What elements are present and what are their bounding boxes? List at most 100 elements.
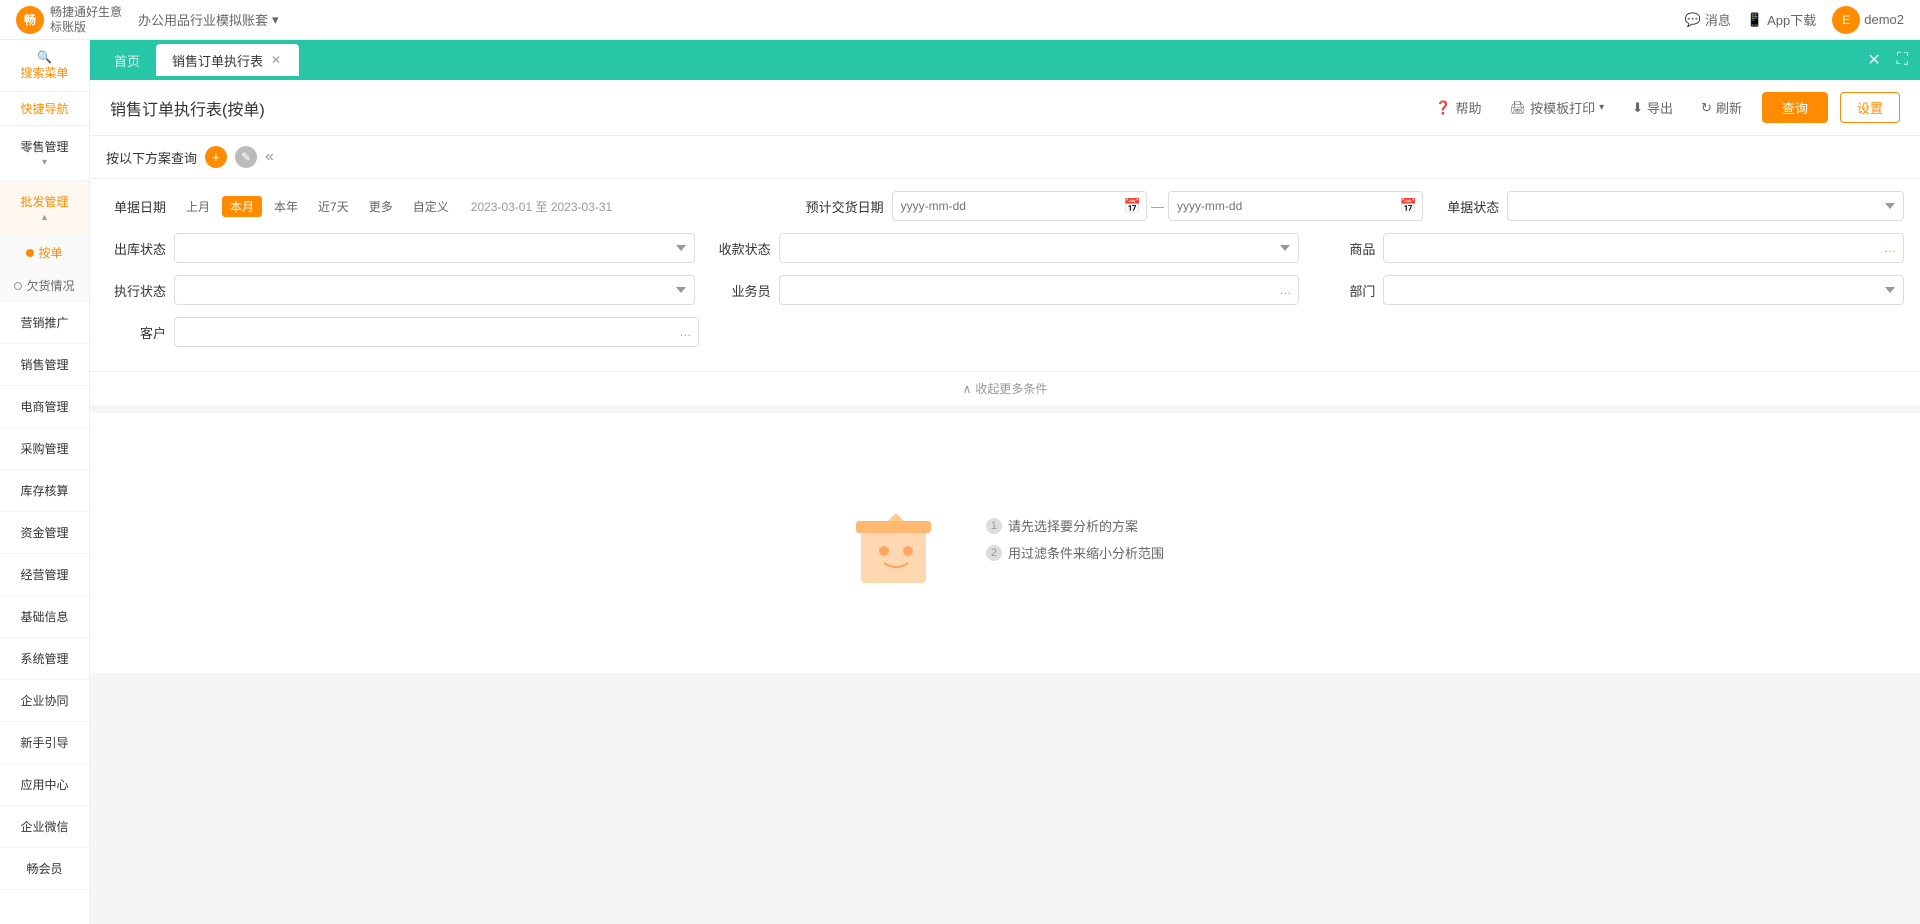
sidebar-item-purchase[interactable]: 采购管理 bbox=[0, 428, 89, 470]
template-print-btn[interactable]: 🖨 按模板打印 ▾ bbox=[1502, 94, 1613, 121]
receipt-status-wrap bbox=[779, 233, 1300, 263]
sidebar-item-sales[interactable]: 销售管理 bbox=[0, 344, 89, 386]
sidebar-quick-nav[interactable]: 快捷导航 bbox=[0, 92, 89, 126]
sidebar-item-enterprise-wechat[interactable]: 企业微信 bbox=[0, 806, 89, 848]
sidebar-item-member[interactable]: 畅会员 bbox=[0, 848, 89, 890]
goods-label: 商品 bbox=[1315, 239, 1375, 258]
filter-add-btn[interactable]: + bbox=[205, 146, 227, 168]
sidebar-item-ecommerce[interactable]: 电商管理 bbox=[0, 386, 89, 428]
expand-icon[interactable]: ⛶ bbox=[1893, 47, 1912, 73]
sidebar-item-wholesale[interactable]: 批发管理 ▴ bbox=[0, 181, 89, 236]
filter-field-customer: 客户 … bbox=[106, 317, 699, 347]
filter-collapse-btn[interactable]: « bbox=[265, 148, 274, 166]
export-btn[interactable]: ⬇ 导出 bbox=[1624, 94, 1681, 121]
message-icon: 💬 bbox=[1685, 12, 1701, 28]
filter-field-date: 单据日期 上月 本月 本年 近7天 更多 自定义 2023-03-01 至 20… bbox=[106, 196, 788, 217]
date-tab-custom[interactable]: 自定义 bbox=[405, 196, 457, 217]
filter-field-doc-status: 单据状态 bbox=[1439, 191, 1904, 221]
date-label: 单据日期 bbox=[106, 197, 166, 216]
message-btn[interactable]: 💬 消息 bbox=[1685, 10, 1731, 29]
empty-hint-1: 1 请先选择要分析的方案 bbox=[986, 516, 1164, 535]
sidebar-sub-item-debt[interactable]: 欠货情况 bbox=[0, 269, 89, 302]
doc-status-select[interactable] bbox=[1507, 191, 1904, 221]
sidebar-item-app-center[interactable]: 应用中心 bbox=[0, 764, 89, 806]
filter-row-1: 单据日期 上月 本月 本年 近7天 更多 自定义 2023-03-01 至 20… bbox=[106, 191, 1904, 221]
sidebar-item-newcomer[interactable]: 新手引导 bbox=[0, 722, 89, 764]
sidebar-sub-item-order[interactable]: 按单 bbox=[0, 236, 89, 269]
receipt-status-select[interactable] bbox=[779, 233, 1300, 263]
filter-row-4: 客户 … bbox=[106, 317, 1904, 347]
app-download-btn[interactable]: 📱 App下载 bbox=[1747, 10, 1816, 29]
salesperson-label: 业务员 bbox=[711, 281, 771, 300]
chevron-icon: ▾ bbox=[42, 157, 47, 168]
sidebar-item-marketing[interactable]: 营销推广 bbox=[0, 302, 89, 344]
breadcrumb[interactable]: 办公用品行业模拟账套 ▾ bbox=[138, 10, 279, 29]
logo-area: 畅 畅捷通好生意 标账版 bbox=[16, 5, 122, 34]
calendar-start-icon[interactable]: 📅 bbox=[1124, 198, 1141, 215]
active-dot bbox=[26, 249, 34, 257]
expected-date-start-input[interactable] bbox=[892, 191, 1147, 221]
goods-input[interactable] bbox=[1383, 233, 1904, 263]
sidebar-item-enterprise-coop[interactable]: 企业协同 bbox=[0, 680, 89, 722]
calendar-end-icon[interactable]: 📅 bbox=[1400, 198, 1417, 215]
customer-wrap: … bbox=[174, 317, 699, 347]
salesperson-input[interactable] bbox=[779, 275, 1300, 305]
sidebar-item-operations[interactable]: 经营管理 bbox=[0, 554, 89, 596]
filter-scheme-label: 按以下方案查询 bbox=[106, 148, 197, 167]
settings-button[interactable]: 设置 bbox=[1840, 92, 1900, 123]
filter-edit-btn[interactable]: ✎ bbox=[235, 146, 257, 168]
tab-sales-order[interactable]: 销售订单执行表 ✕ bbox=[156, 44, 299, 76]
close-window-icon[interactable]: ✕ bbox=[1863, 46, 1884, 74]
doc-status-label: 单据状态 bbox=[1439, 197, 1499, 216]
goods-wrap: … bbox=[1383, 233, 1904, 263]
filter-field-department: 部门 bbox=[1315, 275, 1904, 305]
print-icon: 🖨 bbox=[1510, 100, 1527, 116]
search-icon: 🔍 bbox=[37, 50, 52, 64]
sidebar-item-finance[interactable]: 资金管理 bbox=[0, 512, 89, 554]
top-header: 畅 畅捷通好生意 标账版 办公用品行业模拟账套 ▾ 💬 消息 📱 App下载 E… bbox=[0, 0, 1920, 40]
sidebar-item-inventory[interactable]: 库存核算 bbox=[0, 470, 89, 512]
main-layout: 🔍 搜索菜单 快捷导航 零售管理 ▾ 批发管理 ▴ 按单 欠货情况 营销推 bbox=[0, 40, 1920, 924]
sidebar-item-retail[interactable]: 零售管理 ▾ bbox=[0, 126, 89, 181]
filter-body: 单据日期 上月 本月 本年 近7天 更多 自定义 2023-03-01 至 20… bbox=[90, 179, 1920, 371]
date-tab-current-month[interactable]: 本月 bbox=[222, 196, 262, 217]
filter-panel: 按以下方案查询 + ✎ « 单据日期 上月 本月 bbox=[90, 136, 1920, 405]
tab-close-icon[interactable]: ✕ bbox=[269, 51, 283, 69]
filter-row-3: 执行状态 业务员 … bbox=[106, 275, 1904, 305]
collapse-bar[interactable]: ∧ 收起更多条件 bbox=[90, 371, 1920, 405]
receipt-status-label: 收款状态 bbox=[711, 239, 771, 258]
help-btn[interactable]: ❓ 帮助 bbox=[1427, 94, 1489, 121]
date-tab-more[interactable]: 更多 bbox=[361, 196, 401, 217]
sidebar: 🔍 搜索菜单 快捷导航 零售管理 ▾ 批发管理 ▴ 按单 欠货情况 营销推 bbox=[0, 40, 90, 924]
refresh-btn[interactable]: ↻ 刷新 bbox=[1693, 94, 1750, 121]
date-range-display: 2023-03-01 至 2023-03-31 bbox=[471, 198, 612, 215]
customer-input[interactable] bbox=[174, 317, 699, 347]
sidebar-search[interactable]: 🔍 搜索菜单 bbox=[0, 40, 89, 92]
department-wrap bbox=[1383, 275, 1904, 305]
sidebar-item-system[interactable]: 系统管理 bbox=[0, 638, 89, 680]
help-icon: ❓ bbox=[1435, 100, 1451, 116]
filter-field-salesperson: 业务员 … bbox=[711, 275, 1300, 305]
date-tab-last7days[interactable]: 近7天 bbox=[310, 196, 357, 217]
filter-field-expected-date: 预计交货日期 📅 — 📅 bbox=[804, 191, 1424, 221]
user-menu[interactable]: E demo2 bbox=[1832, 6, 1904, 34]
expected-date-end-input[interactable] bbox=[1168, 191, 1423, 221]
empty-state: 1 请先选择要分析的方案 2 用过滤条件来缩小分析范围 bbox=[90, 413, 1920, 673]
department-label: 部门 bbox=[1315, 281, 1375, 300]
exec-status-select[interactable] bbox=[174, 275, 695, 305]
sidebar-item-basic[interactable]: 基础信息 bbox=[0, 596, 89, 638]
avatar: E bbox=[1832, 6, 1860, 34]
query-button[interactable]: 查询 bbox=[1762, 92, 1828, 123]
date-tab-last-month[interactable]: 上月 bbox=[178, 196, 218, 217]
logo-text: 畅捷通好生意 标账版 bbox=[50, 5, 122, 34]
tab-bar-right: ✕ ⛶ bbox=[1863, 46, 1912, 74]
sidebar-sub-wholesale: 按单 欠货情况 bbox=[0, 236, 89, 302]
out-status-select[interactable] bbox=[174, 233, 695, 263]
date-tab-current-year[interactable]: 本年 bbox=[266, 196, 306, 217]
header-right: 💬 消息 📱 App下载 E demo2 bbox=[1685, 6, 1904, 34]
tab-home[interactable]: 首页 bbox=[98, 44, 156, 76]
filter-field-out-status: 出库状态 bbox=[106, 233, 695, 263]
content-area: 销售订单执行表(按单) ❓ 帮助 🖨 按模板打印 ▾ ⬇ 导出 bbox=[90, 80, 1920, 924]
collapse-up-icon: ∧ bbox=[963, 382, 972, 396]
department-select[interactable] bbox=[1383, 275, 1904, 305]
